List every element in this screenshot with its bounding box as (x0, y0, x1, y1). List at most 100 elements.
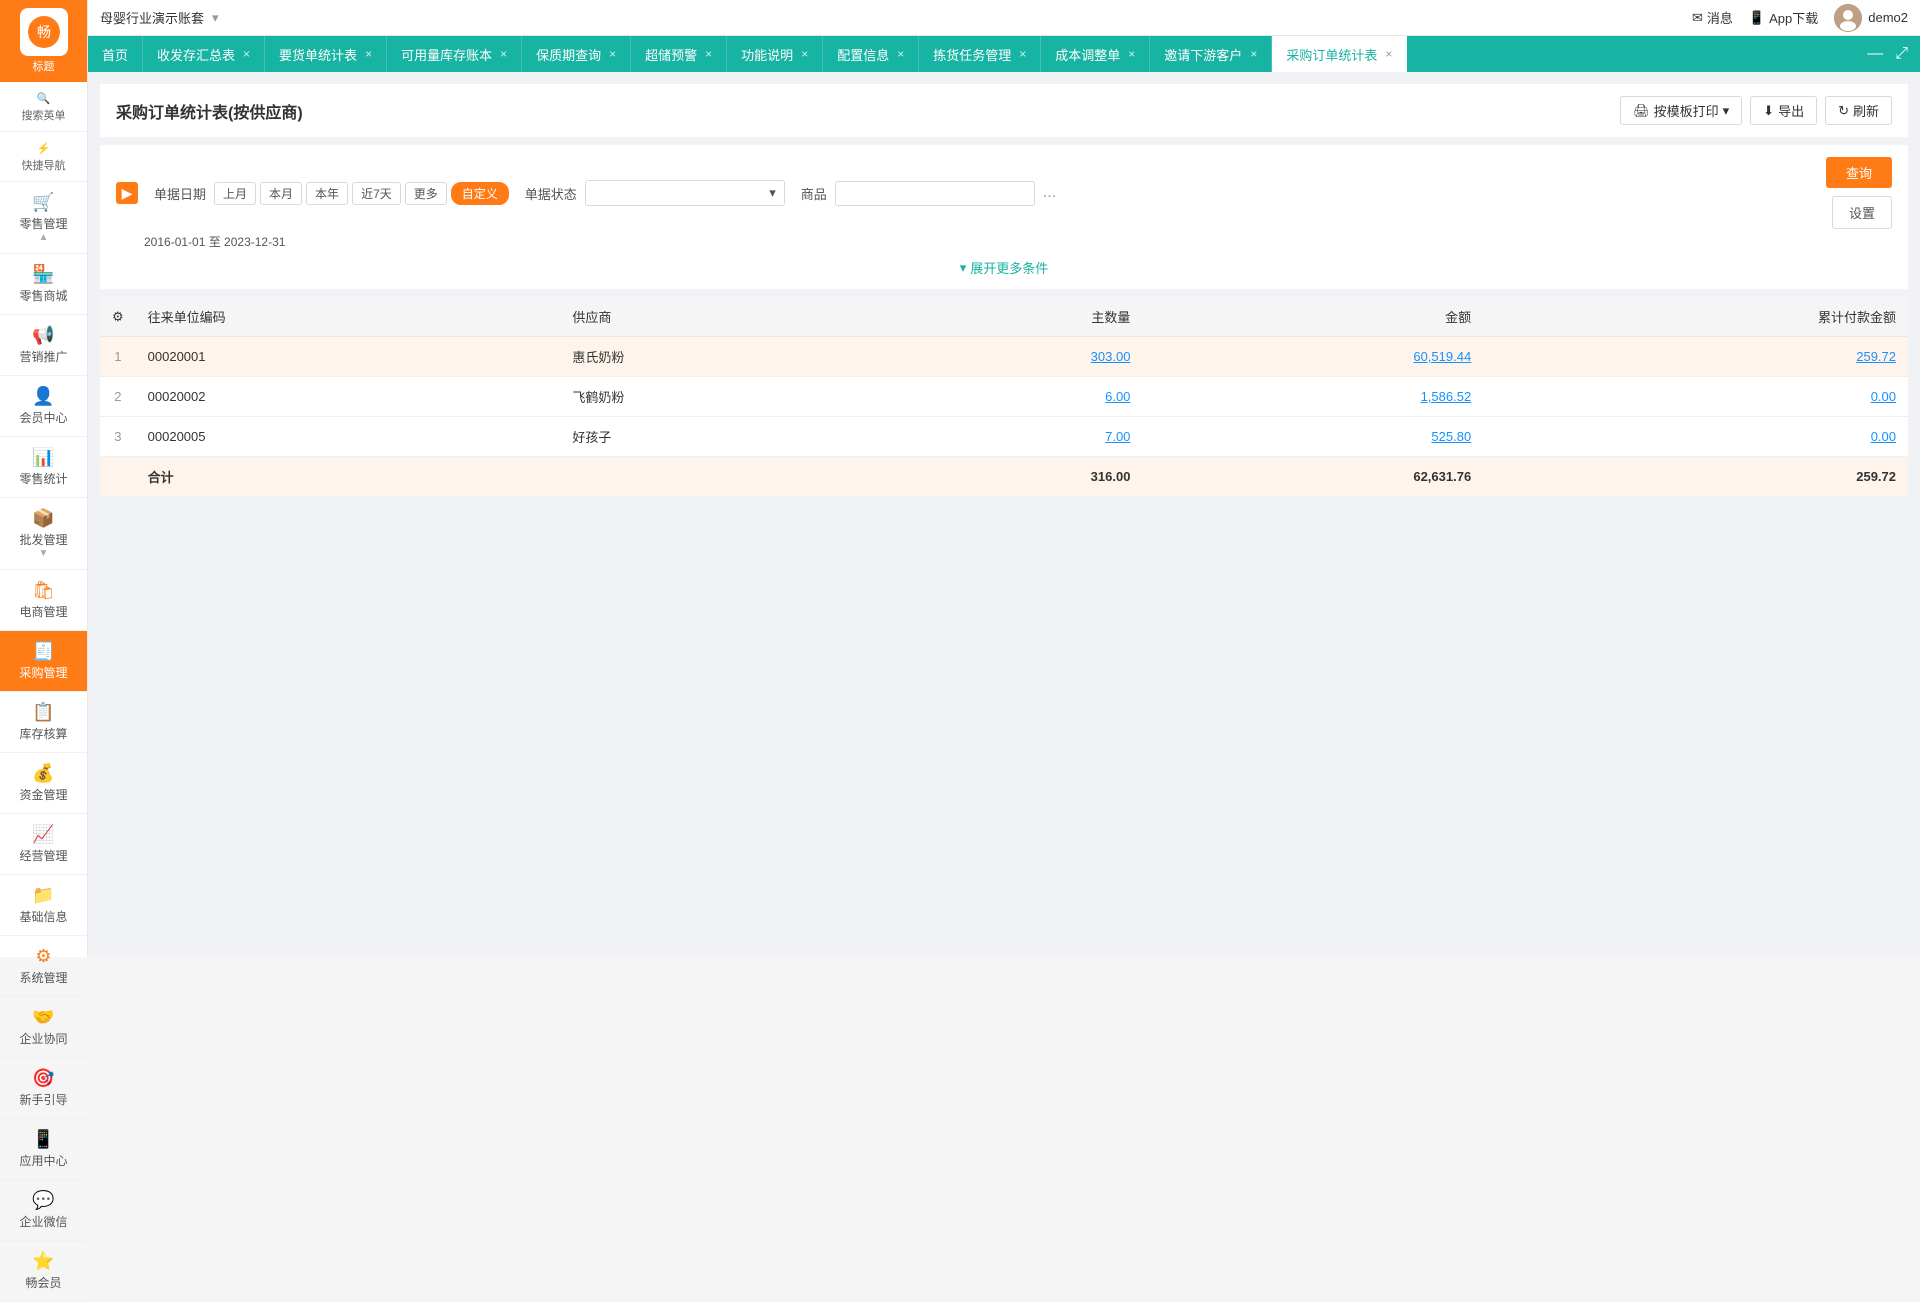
retail-icon: 🛒 (32, 192, 54, 213)
sidebar-item-quick[interactable]: ⚡ 快捷导航 (0, 132, 87, 182)
sidebar-item-enterprise[interactable]: 🤝 企业协同 (0, 997, 87, 1058)
tab-paihuorenwu[interactable]: 拣货任务管理 × (919, 36, 1041, 72)
sidebar-item-purchase[interactable]: 🧾 采购管理 (0, 631, 87, 692)
tab-minimize-button[interactable]: — (1863, 45, 1887, 63)
table-row[interactable]: 1 00020001 惠氏奶粉 303.00 60,519.44 259.72 (100, 337, 1908, 377)
th-supplier: 供应商 (560, 297, 877, 337)
finance-icon: 💰 (32, 763, 54, 784)
print-label: 按模板打印 (1654, 101, 1719, 120)
filter-toggle-button[interactable]: ▶ (116, 182, 138, 204)
date-btn-custom[interactable]: 自定义 (451, 182, 509, 205)
marketing-icon: 📢 (32, 325, 54, 346)
date-btn-more[interactable]: 更多 (405, 182, 447, 205)
tab-close-8[interactable]: × (1019, 47, 1026, 61)
tab-close-10[interactable]: × (1250, 47, 1257, 61)
user-menu[interactable]: demo2 (1834, 4, 1908, 32)
tab-close-7[interactable]: × (897, 47, 904, 61)
sidebar-item-appstore[interactable]: 📱 应用中心 (0, 1119, 87, 1180)
tab-actions: — ⤢ (1863, 45, 1920, 63)
tab-close-5[interactable]: × (705, 47, 712, 61)
appstore-label: 应用中心 (19, 1152, 67, 1169)
sidebar-item-wholesale[interactable]: 📦 批发管理 ▼ (0, 498, 87, 570)
footer-label: 合计 (136, 457, 877, 497)
nav-tabs: 首页 收发存汇总表 × 要货单统计表 × 可用量库存账本 × 保质期查询 × 超… (88, 36, 1920, 72)
warehouse-dropdown-icon[interactable]: ▾ (212, 10, 219, 26)
tab-close-1[interactable]: × (243, 47, 250, 61)
table-footer-row: 合计 316.00 62,631.76 259.72 (100, 457, 1908, 497)
tab-label-11: 采购订单统计表 (1286, 45, 1377, 64)
sidebar-item-search[interactable]: 🔍 搜索英单 (0, 82, 87, 132)
export-label: 导出 (1778, 101, 1804, 120)
sidebar-item-retail-shop[interactable]: 🏪 零售商城 (0, 254, 87, 315)
status-select[interactable]: ▾ (585, 180, 785, 206)
goods-filter: 商品 ... (801, 181, 1056, 206)
date-btn-this-year[interactable]: 本年 (306, 182, 348, 205)
sidebar-item-member[interactable]: 👤 会员中心 (0, 376, 87, 437)
th-settings[interactable]: ⚙ (100, 297, 136, 337)
logo: 畅 标题 (0, 0, 87, 82)
sidebar-item-vip[interactable]: ⭐ 畅会员 (0, 1241, 87, 1302)
tab-chenben[interactable]: 成本调整单 × (1041, 36, 1150, 72)
tab-yaohuo[interactable]: 要货单统计表 × (265, 36, 387, 72)
settings-button[interactable]: 设置 (1832, 196, 1892, 229)
home-tab-label: 首页 (102, 45, 128, 64)
print-button[interactable]: 🖨 按模板打印 ▾ (1620, 96, 1742, 125)
sidebar-item-inventory[interactable]: 📋 库存核算 (0, 692, 87, 753)
tab-label-7: 配置信息 (837, 45, 889, 64)
system-label: 系统管理 (19, 969, 67, 986)
retail-shop-icon: 🏪 (32, 264, 54, 285)
tab-close-3[interactable]: × (500, 47, 507, 61)
tab-peizhi[interactable]: 配置信息 × (823, 36, 919, 72)
date-range-display: 2016-01-01 至 2023-12-31 (144, 235, 285, 249)
ecommerce-label: 电商管理 (19, 603, 67, 620)
sidebar-item-basic[interactable]: 📁 基础信息 (0, 875, 87, 936)
tab-gongneng[interactable]: 功能说明 × (727, 36, 823, 72)
table-row[interactable]: 3 00020005 好孩子 7.00 525.80 0.00 (100, 417, 1908, 457)
date-filter: 单据日期 上月 本月 本年 近7天 更多 自定义 (154, 182, 509, 205)
wholesale-icon: 📦 (32, 508, 54, 529)
tab-close-4[interactable]: × (609, 47, 616, 61)
tab-close-11[interactable]: × (1385, 47, 1392, 61)
retail-label: 零售管理 (19, 215, 67, 232)
table-row[interactable]: 2 00020002 飞鹤奶粉 6.00 1,586.52 0.00 (100, 377, 1908, 417)
export-button[interactable]: ⬇ 导出 (1750, 96, 1817, 125)
goods-input[interactable] (835, 181, 1035, 206)
expand-conditions-button[interactable]: ▾ 展开更多条件 (116, 258, 1892, 277)
tab-keyong[interactable]: 可用量库存账本 × (387, 36, 522, 72)
date-btn-this-month[interactable]: 本月 (260, 182, 302, 205)
goods-more-icon[interactable]: ... (1043, 184, 1056, 202)
tab-close-9[interactable]: × (1128, 47, 1135, 61)
tab-chaochuyujing[interactable]: 超储预警 × (631, 36, 727, 72)
tab-close-6[interactable]: × (801, 47, 808, 61)
basic-icon: 📁 (32, 885, 54, 906)
cell-quantity: 6.00 (877, 377, 1143, 417)
user-name: demo2 (1868, 10, 1908, 25)
wholesale-arrow-icon: ▼ (39, 548, 49, 559)
tab-shoufahuizong[interactable]: 收发存汇总表 × (143, 36, 265, 72)
th-quantity: 主数量 (877, 297, 1143, 337)
date-btn-last-month[interactable]: 上月 (214, 182, 256, 205)
sidebar-item-newbie[interactable]: 🎯 新手引导 (0, 1058, 87, 1119)
tab-close-2[interactable]: × (365, 47, 372, 61)
tab-baozhi[interactable]: 保质期查询 × (522, 36, 631, 72)
sidebar-item-wechat[interactable]: 💬 企业微信 (0, 1180, 87, 1241)
refresh-button[interactable]: ↻ 刷新 (1825, 96, 1892, 125)
sidebar-item-marketing[interactable]: 📢 营销推广 (0, 315, 87, 376)
sidebar-item-retail[interactable]: 🛒 零售管理 ▲ (0, 182, 87, 254)
tab-expand-button[interactable]: ⤢ (1891, 45, 1912, 63)
filter-row: ▶ 单据日期 上月 本月 本年 近7天 更多 自定义 单据状态 (116, 157, 1892, 229)
sidebar-item-finance[interactable]: 💰 资金管理 (0, 753, 87, 814)
sidebar-item-ecommerce[interactable]: 🛍 电商管理 (0, 570, 87, 631)
sidebar-item-ops[interactable]: 📈 经营管理 (0, 814, 87, 875)
tab-label-2: 要货单统计表 (279, 45, 357, 64)
sidebar-item-system[interactable]: ⚙ 系统管理 (0, 936, 87, 997)
message-button[interactable]: ✉ 消息 (1692, 8, 1733, 27)
tab-home[interactable]: 首页 (88, 36, 143, 72)
query-button[interactable]: 查询 (1826, 157, 1892, 188)
sidebar-item-retail-stats[interactable]: 📊 零售统计 (0, 437, 87, 498)
app-download-button[interactable]: 📱 App下载 (1749, 8, 1818, 27)
tab-yaoqing[interactable]: 邀请下游客户 × (1150, 36, 1272, 72)
member-icon: 👤 (32, 386, 54, 407)
tab-caigou[interactable]: 采购订单统计表 × (1272, 36, 1407, 72)
date-btn-7days[interactable]: 近7天 (352, 182, 401, 205)
